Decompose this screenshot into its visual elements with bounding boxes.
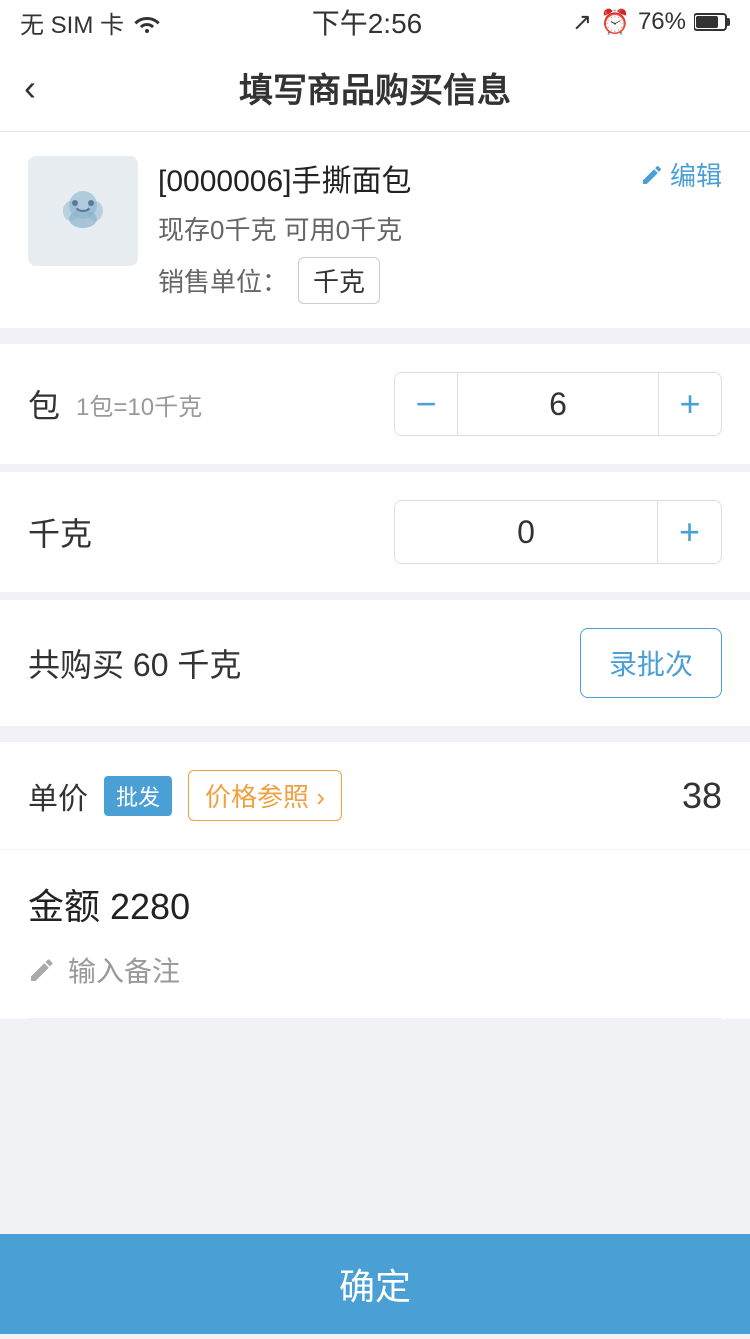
divider-3 [0, 592, 750, 600]
amount-row: 金额 2280 [28, 878, 722, 930]
status-bar: 无 SIM 卡 下午2:56 ↗ ⏰ 76% [0, 0, 750, 44]
edit-icon [640, 163, 664, 187]
battery-text: 76% [638, 8, 686, 36]
product-info: [0000006]手撕面包 现存0千克 可用0千克 销售单位： 千克 [158, 156, 620, 304]
edit-label: 编辑 [670, 156, 722, 193]
wifi-icon [132, 11, 162, 33]
bao-sub: 1包=10千克 [76, 387, 202, 422]
unit-label: 销售单位： [158, 262, 288, 299]
kg-plus-button[interactable]: + [658, 500, 722, 564]
status-right: ↗ ⏰ 76% [572, 8, 730, 37]
nav-bar: ‹ 填写商品购买信息 [0, 44, 750, 132]
bao-label: 包 1包=10千克 [28, 381, 202, 427]
batch-button[interactable]: 录批次 [580, 628, 722, 698]
back-button[interactable]: ‹ [24, 67, 36, 109]
remark-placeholder: 输入备注 [68, 950, 180, 990]
product-logo [53, 181, 113, 241]
confirm-label: 确定 [339, 1258, 411, 1310]
status-left: 无 SIM 卡 [20, 5, 162, 40]
product-thumbnail [28, 156, 138, 266]
amount-number: 2280 [110, 886, 190, 927]
product-name: [0000006]手撕面包 [158, 156, 620, 200]
divider-1 [0, 336, 750, 344]
divider-4 [0, 734, 750, 742]
price-value: 38 [682, 775, 722, 817]
price-section: 单价 批发 价格参照 › 38 [0, 742, 750, 850]
bao-row: 包 1包=10千克 − + [28, 344, 722, 464]
bao-qty-control: − + [394, 372, 722, 436]
location-icon: ↗ [572, 8, 592, 37]
product-unit: 销售单位： 千克 [158, 257, 620, 304]
summary-text: 共购买 60 千克 [28, 640, 241, 686]
edit-button[interactable]: 编辑 [640, 156, 722, 193]
kg-row: 千克 + [28, 472, 722, 592]
bao-section: 包 1包=10千克 − + [0, 344, 750, 464]
battery-icon [694, 12, 730, 32]
bao-qty-input[interactable] [458, 372, 658, 436]
amount-section: 金额 2280 输入备注 [0, 850, 750, 1019]
pencil-icon [28, 956, 56, 984]
bao-text: 包 [28, 381, 60, 427]
confirm-bar[interactable]: 确定 [0, 1234, 750, 1334]
amount-label: 金额 [28, 886, 110, 927]
remark-row[interactable]: 输入备注 [28, 950, 722, 1019]
product-stock: 现存0千克 可用0千克 [158, 210, 620, 247]
carrier-text: 无 SIM 卡 [20, 5, 124, 40]
alarm-icon: ⏰ [600, 8, 630, 37]
price-ref-button[interactable]: 价格参照 › [188, 770, 342, 821]
kg-label: 千克 [28, 509, 92, 555]
product-card: [0000006]手撕面包 现存0千克 可用0千克 销售单位： 千克 编辑 [0, 132, 750, 336]
price-type-tag: 批发 [104, 776, 172, 816]
kg-qty-control: + [394, 500, 722, 564]
page-title: 填写商品购买信息 [239, 63, 511, 112]
kg-section: 千克 + [0, 472, 750, 592]
bao-minus-button[interactable]: − [394, 372, 458, 436]
kg-text: 千克 [28, 509, 92, 555]
price-label: 单价 [28, 774, 88, 818]
status-time: 下午2:56 [312, 2, 423, 42]
kg-qty-input[interactable] [394, 500, 658, 564]
unit-dropdown[interactable]: 千克 [298, 257, 380, 304]
divider-2 [0, 464, 750, 472]
bao-plus-button[interactable]: + [658, 372, 722, 436]
summary-section: 共购买 60 千克 录批次 [0, 600, 750, 734]
